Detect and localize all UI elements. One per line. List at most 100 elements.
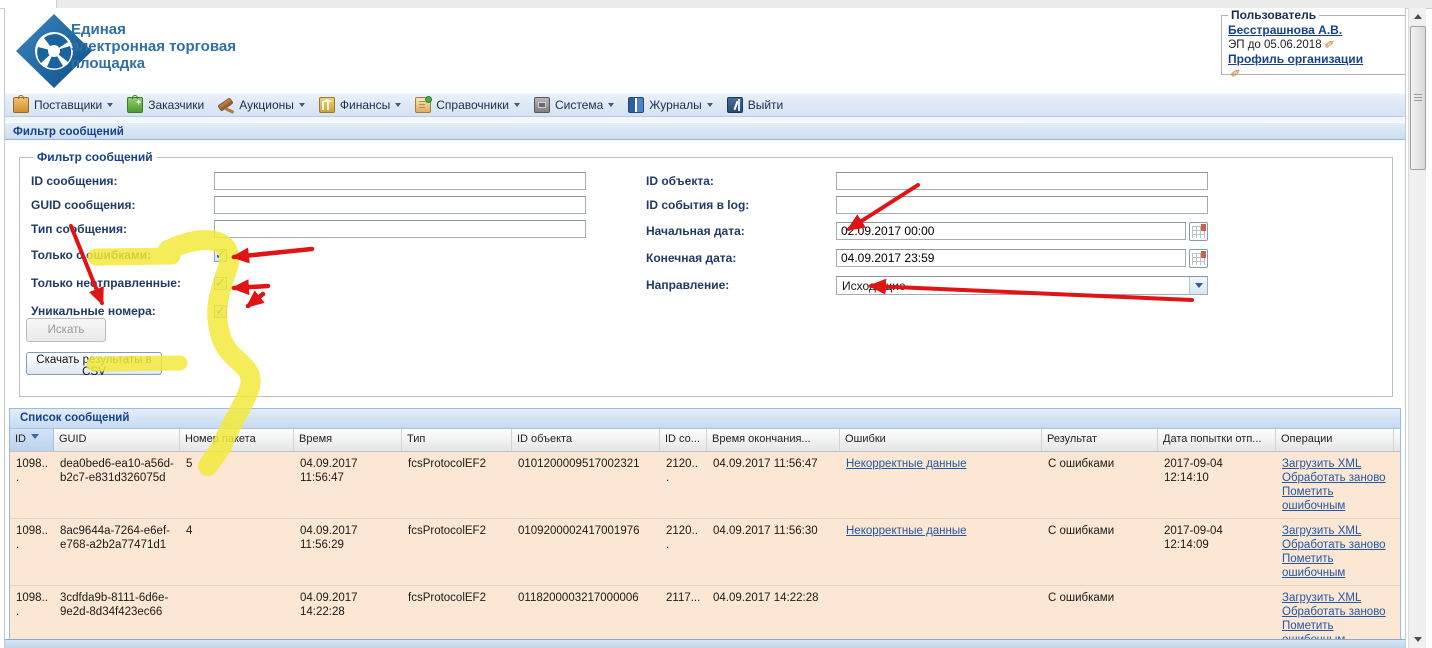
label-message-type: Тип сообщения: [31, 222, 127, 236]
message-type-input[interactable] [214, 220, 586, 238]
directories-icon [415, 96, 433, 113]
log-event-id-input[interactable] [836, 196, 1208, 214]
column-header-operations[interactable]: Операции [1276, 429, 1394, 451]
cell-result: С ошибками [1048, 458, 1115, 470]
scroll-up-button[interactable] [1409, 8, 1426, 25]
sort-desc-icon [31, 434, 39, 443]
message-guid-input[interactable] [214, 196, 586, 214]
error-link[interactable]: Некорректные данные [846, 525, 967, 537]
cell-attempt_date: 2017-09-04 12:14:09 [1164, 525, 1223, 551]
cell-guid: dea0bed6-ea10-a56d-b2c7-e831d326075d [60, 458, 174, 484]
menu-item-suppliers[interactable]: Поставщики [13, 95, 114, 113]
operation-link[interactable]: Обработать заново [1282, 605, 1388, 619]
main-menu: Поставщики Заказчики Аукционы Финансы Справо… [5, 93, 1405, 117]
app-frame: Единая электронная торговая площадка Пол… [4, 8, 1406, 648]
vertical-scrollbar[interactable] [1408, 8, 1426, 648]
only-unsent-checkbox[interactable] [214, 275, 227, 291]
cert-validity-text: ЭП до 05.06.2018 [1228, 39, 1322, 51]
label-object-id: ID объекта: [646, 174, 714, 188]
column-header-end_time[interactable]: Время окончания... [707, 429, 840, 451]
operation-link[interactable]: Загрузить XML [1282, 591, 1388, 605]
cell-end_time: 04.09.2017 11:56:30 [713, 525, 818, 537]
cell-time: 04.09.2017 11:56:47 [300, 458, 358, 484]
start-date-calendar-button[interactable] [1189, 222, 1208, 241]
only-errors-checkbox[interactable] [214, 247, 227, 263]
operation-link[interactable]: Обработать заново [1282, 471, 1388, 485]
cell-object_id: 0101200009517002321 [518, 458, 640, 470]
menu-item-exit[interactable]: Выйти [726, 97, 783, 113]
cell-error: Некорректные данные [840, 452, 1042, 518]
menu-item-finance[interactable]: Финансы [318, 97, 402, 113]
menu-item-label: Поставщики [34, 98, 103, 112]
scrollbar-thumb[interactable] [1410, 26, 1426, 170]
column-header-object_id[interactable]: ID объекта [512, 429, 660, 451]
operation-link[interactable]: Обработать заново [1282, 538, 1388, 552]
label-unique-numbers: Уникальные номера: [31, 304, 156, 318]
operation-link[interactable]: Загрузить XML [1282, 457, 1388, 471]
org-profile-link[interactable]: Профиль организации [1228, 52, 1405, 66]
direction-combo-value: Исходящие [842, 278, 906, 293]
column-header-event_id[interactable]: ID со... [660, 429, 707, 451]
message-id-input[interactable] [214, 172, 586, 190]
scroll-down-button[interactable] [1409, 631, 1426, 648]
cell-attempt_date: 2017-09-04 12:14:10 [1164, 458, 1223, 484]
label-message-id: ID сообщения: [31, 174, 118, 188]
edit-profile-icon[interactable]: ✎ [1228, 67, 1244, 79]
exit-icon [726, 97, 743, 113]
operation-link[interactable]: Загрузить XML [1282, 524, 1388, 538]
table-row[interactable]: 1098... 8ac9644a-7264-e6ef-e768-a2b2a7747… [10, 519, 1400, 586]
column-header-time[interactable]: Время [294, 429, 402, 451]
user-name-link[interactable]: Бесстрашнова А.В. [1228, 23, 1405, 37]
cell-event_id: 2120... [666, 458, 698, 484]
menu-item-system[interactable]: Система [533, 97, 615, 113]
unique-numbers-checkbox[interactable] [214, 303, 227, 319]
operation-link[interactable]: Пометить ошибочным [1282, 485, 1388, 513]
menu-item-label: Система [554, 98, 604, 112]
operation-link[interactable]: Пометить ошибочным [1282, 552, 1388, 580]
table-row[interactable]: 1098... dea0bed6-ea10-a56d-b2c7-e831d3260… [10, 452, 1400, 519]
column-header-package[interactable]: Номер пакета [180, 429, 294, 451]
menu-item-journals[interactable]: Журналы [628, 97, 713, 113]
end-date-input[interactable] [836, 249, 1186, 267]
error-link[interactable]: Некорректные данные [846, 458, 967, 470]
column-header-error[interactable]: Ошибки [840, 429, 1042, 451]
cell-type: fcsProtocolEF2 [408, 525, 486, 537]
column-header-type[interactable]: Тип [402, 429, 512, 451]
menu-item-label: Финансы [339, 98, 391, 112]
menu-item-customers[interactable]: Заказчики [127, 95, 204, 113]
cell-id: 1098... [16, 458, 48, 484]
menu-item-label: Справочники [436, 98, 509, 112]
column-header-id[interactable]: ID [10, 429, 54, 451]
download-csv-button[interactable]: Скачать результаты в CSV [26, 352, 162, 378]
edit-cert-icon[interactable]: ✎ [1322, 38, 1338, 50]
object-id-input[interactable] [836, 172, 1208, 190]
menu-item-auctions[interactable]: Аукционы [218, 97, 305, 113]
cell-operations: Загрузить XMLОбработать зановоПометить о… [1276, 452, 1394, 518]
user-panel: Пользователь Бесстрашнова А.В. ЭП до 05.… [1221, 8, 1405, 79]
direction-combo[interactable]: Исходящие [836, 276, 1208, 295]
cell-event_id: 2120... [666, 525, 698, 551]
menu-item-label: Аукционы [239, 98, 294, 112]
menu-item-directories[interactable]: Справочники [415, 96, 520, 113]
user-panel-legend: Пользователь [1231, 8, 1317, 22]
messages-panel-title: Список сообщений [10, 409, 1400, 429]
end-date-calendar-button[interactable] [1189, 249, 1208, 268]
messages-panel: Список сообщений ID GUID Номер пакета Время… [9, 408, 1401, 648]
cell-type: fcsProtocolEF2 [408, 458, 486, 470]
start-date-input[interactable] [836, 222, 1186, 240]
cell-error: Некорректные данные [840, 519, 1042, 585]
finance-icon [318, 97, 335, 113]
cell-object_id: 0109200002417001976 [518, 525, 640, 537]
chevron-down-icon [706, 103, 713, 110]
breadcrumb: Фильтр сообщений [5, 122, 1405, 140]
column-header-guid[interactable]: GUID [54, 429, 180, 451]
column-header-attempt_date[interactable]: Дата попытки отп... [1158, 429, 1276, 451]
cell-guid: 8ac9644a-7264-e6ef-e768-a2b2a77471d1 [60, 525, 170, 551]
label-start-date: Начальная дата: [646, 224, 745, 238]
search-button[interactable]: Искать [26, 318, 106, 342]
cell-id: 1098... [16, 525, 48, 551]
combo-dropdown-icon[interactable] [1189, 277, 1207, 294]
journals-icon [628, 97, 645, 113]
auctions-icon [218, 97, 234, 113]
column-header-result[interactable]: Результат [1042, 429, 1158, 451]
